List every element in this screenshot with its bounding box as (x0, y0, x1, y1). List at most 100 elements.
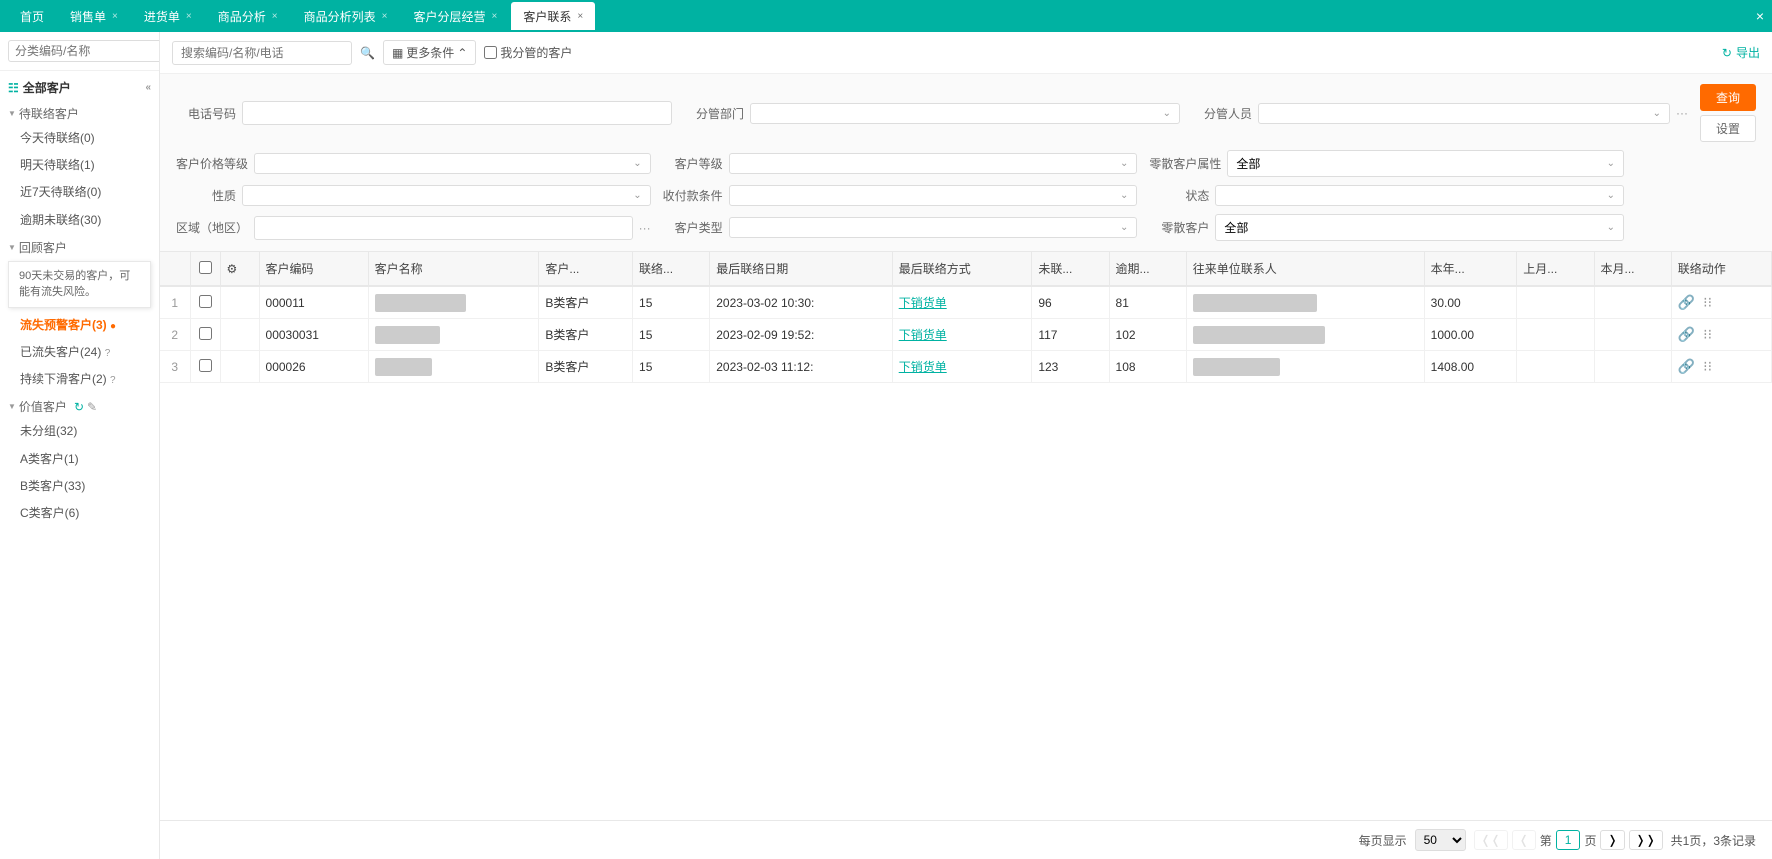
customer-contact-tab-close[interactable]: × (577, 11, 583, 22)
value-refresh-icon[interactable]: ↻ (74, 400, 84, 414)
filter-customer-grade-select[interactable]: ⌄ (729, 153, 1138, 174)
pending-triangle-icon: ▼ (8, 109, 16, 118)
row-overdue: 108 (1109, 351, 1186, 383)
sidebar-item-tomorrow[interactable]: 明天待联络(1) (0, 152, 159, 179)
action-more-icon[interactable]: ⁝⁝ (1703, 326, 1712, 343)
value-edit-icon[interactable]: ✎ (87, 400, 97, 414)
filter-customer-grade-chev: ⌄ (1120, 158, 1128, 169)
filter-phone-input[interactable] (242, 101, 672, 125)
filter-search-input[interactable] (172, 41, 352, 65)
sidebar-item-today[interactable]: 今天待联络(0) (0, 125, 159, 152)
goods-analysis-tab-label: 商品分析 (218, 8, 266, 25)
next-page-btn[interactable]: ❭ (1600, 830, 1624, 850)
filter-customer-type-select[interactable]: ⌄ (729, 217, 1138, 238)
row-checkbox[interactable] (199, 295, 212, 308)
sidebar-all-customers[interactable]: ☷ 全部客户 « (0, 71, 159, 100)
nav-tab-sales[interactable]: 销售单 × (58, 2, 130, 30)
filter-retail-attr-chev: ⌄ (1607, 158, 1615, 169)
sidebar-item-class-b[interactable]: B类客户(33) (0, 473, 159, 500)
filter-manager-chev: ⌄ (1653, 108, 1661, 119)
customer-tier-tab-close[interactable]: × (491, 11, 497, 22)
filter-my-customer[interactable]: 我分管的客户 (484, 44, 572, 61)
row-last-month (1517, 351, 1594, 383)
action-link-icon[interactable]: 🔗 (1678, 326, 1695, 343)
filter-customer-grade: 客户等级 ⌄ (663, 153, 1138, 174)
per-page-select[interactable]: 50 100 (1415, 829, 1466, 851)
filter-status-label: 状态 (1149, 187, 1209, 204)
filter-price-tier-select[interactable]: ⌄ (254, 153, 651, 174)
filter-dept-select[interactable]: ⌄ (750, 103, 1180, 124)
action-more-icon[interactable]: ⁝⁝ (1703, 294, 1712, 311)
my-customer-checkbox[interactable] (484, 46, 497, 59)
col-settings-icon[interactable]: ⚙ (220, 252, 259, 286)
pagination-nav: ❬❬ ❬ 第 1 页 ❭ ❭❭ (1474, 830, 1663, 850)
col-type: 客户... (539, 252, 633, 286)
sales-tab-close[interactable]: × (112, 11, 118, 22)
filter-manager-dots[interactable]: ··· (1676, 106, 1688, 120)
sidebar-item-ungrouped[interactable]: 未分组(32) (0, 418, 159, 445)
sidebar-group-pending[interactable]: ▼ 待联络客户 (0, 100, 159, 125)
filter-nature-select[interactable]: ⌄ (242, 185, 651, 206)
sidebar-search-input[interactable] (8, 40, 160, 62)
filter-dept-label: 分管部门 (684, 105, 744, 122)
filter-customer-grade-label: 客户等级 (663, 155, 723, 172)
filter-more-btn[interactable]: ▦ 更多条件 ⌃ (383, 40, 476, 65)
filter-region-dots[interactable]: ··· (639, 221, 651, 235)
prev-page-btn[interactable]: ❬ (1512, 830, 1536, 850)
contact-way-link[interactable]: 下销货单 (899, 296, 947, 310)
goods-list-tab-close[interactable]: × (382, 11, 388, 22)
adv-filter-row-2: 客户价格等级 ⌄ 客户等级 ⌄ 零散客户属性 全部 (176, 150, 1756, 177)
filter-manager-select[interactable]: ⌄ (1258, 103, 1670, 124)
action-link-icon[interactable]: 🔗 (1678, 294, 1695, 311)
col-num (160, 252, 190, 286)
nav-tab-goods-analysis[interactable]: 商品分析 × (206, 2, 290, 30)
sidebar-collapse-icon[interactable]: « (145, 82, 151, 93)
col-this-month: 本月... (1594, 252, 1671, 286)
filter-search-icon[interactable]: 🔍 (360, 46, 375, 60)
filter-status-select[interactable]: ⌄ (1215, 185, 1624, 206)
sidebar-group-value[interactable]: ▼ 价值客户 ↻ ✎ (0, 393, 159, 418)
filter-retail-select[interactable]: 全部 ⌄ (1215, 214, 1624, 241)
filter-retail-attr-select[interactable]: 全部 ⌄ (1227, 150, 1624, 177)
sidebar-item-overdue[interactable]: 逾期未联络(30) (0, 207, 159, 234)
query-button[interactable]: 查询 (1700, 84, 1756, 111)
purchase-tab-close[interactable]: × (186, 11, 192, 22)
nav-tab-customer-tier[interactable]: 客户分层经营 × (401, 2, 509, 30)
contact-way-link[interactable]: 下销货单 (899, 360, 947, 374)
sidebar-item-class-a[interactable]: A类客户(1) (0, 446, 159, 473)
sidebar-item-declining[interactable]: 持续下滑客户(2) ? (0, 366, 159, 393)
row-name: ███ (368, 319, 539, 351)
filter-phone: 电话号码 (176, 101, 672, 125)
purchase-tab-label: 进货单 (144, 8, 180, 25)
row-num: 2 (160, 319, 190, 351)
action-link-icon[interactable]: 🔗 (1678, 358, 1695, 375)
sidebar-group-lost[interactable]: ▼ 回顾客户 (0, 234, 159, 259)
last-page-btn[interactable]: ❭❭ (1629, 830, 1663, 850)
row-this-month (1594, 286, 1671, 319)
row-checkbox[interactable] (199, 359, 212, 372)
filter-phone-label: 电话号码 (176, 105, 236, 122)
select-all-checkbox[interactable] (199, 261, 212, 274)
goods-analysis-tab-close[interactable]: × (272, 11, 278, 22)
nav-tab-purchase[interactable]: 进货单 × (132, 2, 204, 30)
sidebar-item-week[interactable]: 近7天待联络(0) (0, 179, 159, 206)
row-checkbox[interactable] (199, 327, 212, 340)
row-last-contact-way: 下销货单 (892, 351, 1032, 383)
export-btn[interactable]: ↻ 导出 (1722, 44, 1760, 61)
filter-region-input[interactable] (254, 216, 633, 240)
action-more-icon[interactable]: ⁝⁝ (1703, 358, 1712, 375)
contact-way-link[interactable]: 下销货单 (899, 328, 947, 342)
col-checkbox (190, 252, 220, 286)
sidebar-item-churned[interactable]: 已流失客户(24) ? (0, 339, 159, 366)
filter-retail-attr-label: 零散客户属性 (1149, 155, 1221, 172)
row-last-contact-way: 下销货单 (892, 319, 1032, 351)
settings-button[interactable]: 设置 (1700, 115, 1756, 142)
close-all-tabs[interactable]: × (1756, 8, 1764, 24)
nav-tab-goods-list[interactable]: 商品分析列表 × (292, 2, 400, 30)
nav-tab-customer-contact[interactable]: 客户联系 × (511, 2, 595, 30)
nav-tab-home[interactable]: 首页 (8, 2, 56, 30)
sidebar-item-churn-warn[interactable]: 流失预警客户(3) ● (0, 312, 159, 339)
filter-payment-select[interactable]: ⌄ (729, 185, 1138, 206)
sidebar-item-class-c[interactable]: C类客户(6) (0, 500, 159, 527)
first-page-btn[interactable]: ❬❬ (1474, 830, 1508, 850)
